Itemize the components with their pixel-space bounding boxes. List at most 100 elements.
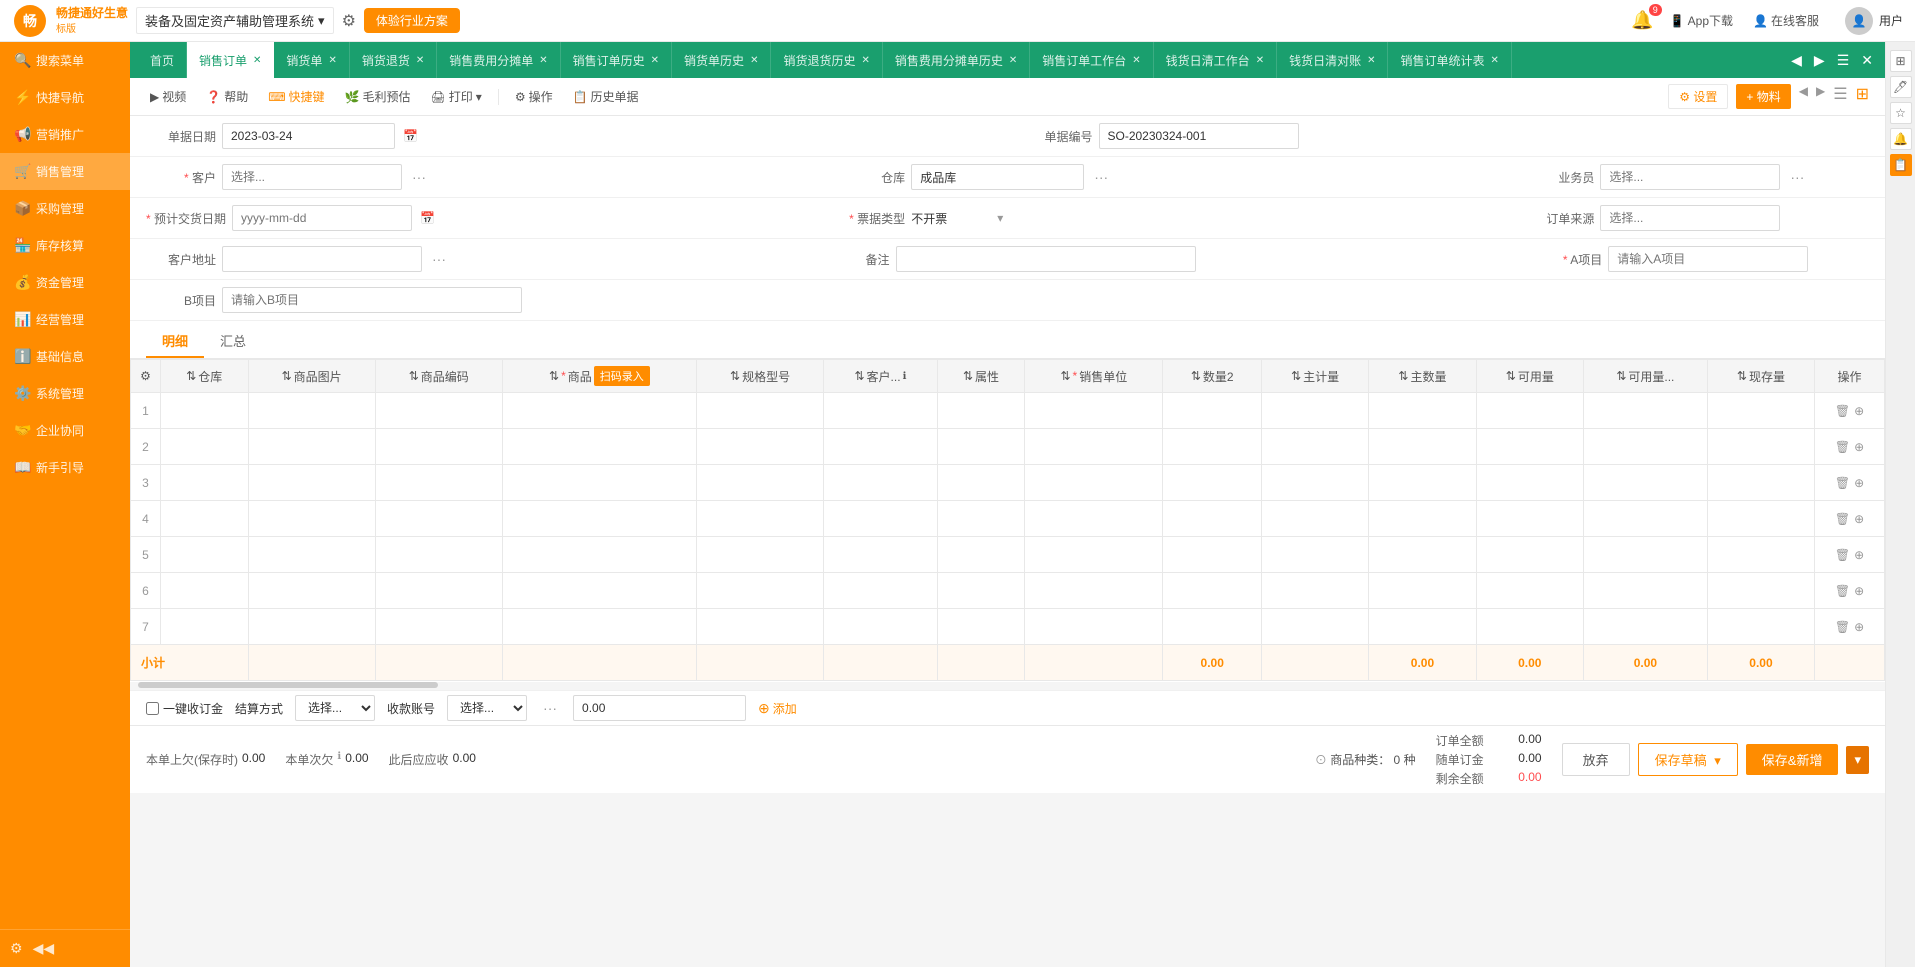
sidebar-item-system[interactable]: ⚙️ 系统管理 xyxy=(0,375,130,412)
bank-select[interactable]: 选择... xyxy=(447,695,527,721)
shortcut-btn[interactable]: ⌨ 快捷键 xyxy=(264,88,328,105)
user-menu[interactable]: 👤 用户 xyxy=(1845,7,1903,35)
quick-payment-checkbox[interactable]: 一键收订金 xyxy=(146,700,223,717)
customer-more-icon[interactable]: ··· xyxy=(408,169,430,185)
sidebar-item-purchase[interactable]: 📦 采购管理 xyxy=(0,190,130,227)
tab-sales-return[interactable]: 销货退货 ✕ xyxy=(350,42,437,78)
row-copy-7[interactable]: ⊕ xyxy=(1854,620,1864,634)
quick-payment-check[interactable] xyxy=(146,702,159,715)
online-service-btn[interactable]: 👤 在线客服 xyxy=(1749,12,1823,29)
date-input[interactable] xyxy=(222,123,395,149)
tab-daily-workbench-close[interactable]: ✕ xyxy=(1256,55,1264,66)
gear-bottom-icon[interactable]: ⚙ xyxy=(10,940,23,957)
address-input[interactable] xyxy=(222,246,422,272)
col-available2[interactable]: ⇅可用量... xyxy=(1583,360,1707,393)
app-download-btn[interactable]: 📱 App下载 xyxy=(1666,12,1737,29)
calendar-icon[interactable]: 📅 xyxy=(403,129,418,143)
tab-sales-stats[interactable]: 销售订单统计表 ✕ xyxy=(1388,42,1511,78)
sidebar-item-search[interactable]: 🔍 搜索菜单 xyxy=(0,42,130,79)
col-main-unit[interactable]: ⇅主计量 xyxy=(1261,360,1368,393)
profit-btn[interactable]: 🌿 毛利预估 xyxy=(341,88,415,105)
warehouse-input[interactable] xyxy=(911,164,1084,190)
list-view-btn[interactable]: ☰ xyxy=(1833,84,1847,109)
sidebar-item-guide[interactable]: 📖 新手引导 xyxy=(0,449,130,486)
col-stock[interactable]: ⇅现存量 xyxy=(1707,360,1814,393)
sidebar-item-inventory[interactable]: 🏪 库存核算 xyxy=(0,227,130,264)
tab-sales-stats-close[interactable]: ✕ xyxy=(1491,55,1499,66)
col-code[interactable]: ⇅商品编码 xyxy=(375,360,502,393)
amount-input[interactable] xyxy=(573,695,746,721)
tab-sales-order[interactable]: 销售订单 ✕ xyxy=(187,42,274,78)
add-material-btn[interactable]: + 物料 xyxy=(1736,84,1790,109)
sidebar-item-sales[interactable]: 🛒 销售管理 xyxy=(0,153,130,190)
delivery-calendar-icon[interactable]: 📅 xyxy=(420,211,435,225)
view-video-btn[interactable]: ▶ 视频 xyxy=(146,88,190,105)
notification-area[interactable]: 🔔 9 xyxy=(1631,10,1653,31)
tab-close-all-btn[interactable]: ✕ xyxy=(1857,52,1877,69)
tab-daily-workbench[interactable]: 钱货日清工作台 ✕ xyxy=(1154,42,1277,78)
col-image[interactable]: ⇅商品图片 xyxy=(248,360,375,393)
customer-input[interactable] xyxy=(222,164,402,190)
form-view-btn[interactable]: ⊞ xyxy=(1856,84,1869,109)
order-no-input[interactable] xyxy=(1099,123,1299,149)
next-record-btn[interactable]: ▶ xyxy=(1816,84,1825,109)
settings-icon[interactable]: ⚙ xyxy=(342,11,356,31)
col-customer-code[interactable]: ⇅客户...ℹ xyxy=(824,360,938,393)
tab-expense-history-close[interactable]: ✕ xyxy=(1009,55,1017,66)
order-source-input[interactable] xyxy=(1600,205,1780,231)
row-delete-6[interactable]: 🗑 xyxy=(1835,584,1850,598)
tab-home[interactable]: 首页 xyxy=(138,42,187,78)
b-project-input[interactable] xyxy=(222,287,522,313)
row-copy-6[interactable]: ⊕ xyxy=(1854,584,1864,598)
help-btn[interactable]: ❓ 帮助 xyxy=(202,88,252,105)
row-copy-4[interactable]: ⊕ xyxy=(1854,512,1864,526)
tab-return-history[interactable]: 销货退货历史 ✕ xyxy=(771,42,882,78)
history-btn[interactable]: 📋 历史单据 xyxy=(569,88,643,105)
row-delete-4[interactable]: 🗑 xyxy=(1835,512,1850,526)
bank-more-icon[interactable]: ··· xyxy=(539,700,561,716)
tab-detail[interactable]: 明细 xyxy=(146,325,204,358)
right-tool-grid[interactable]: ⊞ xyxy=(1890,50,1912,72)
col-settings[interactable]: ⚙ xyxy=(131,360,161,393)
payment-method-select[interactable]: 选择... xyxy=(295,695,375,721)
tab-sales-expense-close[interactable]: ✕ xyxy=(539,55,547,66)
tab-menu-btn[interactable]: ☰ xyxy=(1833,52,1854,69)
tab-slip-history[interactable]: 销货单历史 ✕ xyxy=(672,42,771,78)
tab-sales-slip-close[interactable]: ✕ xyxy=(328,55,336,66)
tab-expense-history[interactable]: 销售费用分摊单历史 ✕ xyxy=(883,42,1030,78)
tab-order-history[interactable]: 销售订单历史 ✕ xyxy=(561,42,672,78)
print-btn[interactable]: 🖨 打印 ▾ xyxy=(427,88,486,105)
sidebar-item-cooperation[interactable]: 🤝 企业协同 xyxy=(0,412,130,449)
prev-record-btn[interactable]: ◀ xyxy=(1799,84,1808,109)
right-tool-orange[interactable]: 📋 xyxy=(1890,154,1912,176)
row-delete-3[interactable]: 🗑 xyxy=(1835,476,1850,490)
row-delete-1[interactable]: 🗑 xyxy=(1835,404,1850,418)
operation-btn[interactable]: ⚙ 操作 xyxy=(511,88,557,105)
warehouse-more-icon[interactable]: ··· xyxy=(1090,169,1112,185)
col-product[interactable]: ⇅*商品 扫码录入 xyxy=(502,360,696,393)
tab-slip-history-close[interactable]: ✕ xyxy=(750,55,758,66)
right-tool-star[interactable]: ☆ xyxy=(1890,102,1912,124)
save-new-btn[interactable]: 保存&新增 xyxy=(1746,744,1839,775)
tab-sales-expense[interactable]: 销售费用分摊单 ✕ xyxy=(437,42,560,78)
sidebar-item-basicinfo[interactable]: ℹ️ 基础信息 xyxy=(0,338,130,375)
system-name-selector[interactable]: 装备及固定资产辅助管理系统 ▾ xyxy=(136,7,334,34)
sidebar-item-marketing[interactable]: 📢 营销推广 xyxy=(0,116,130,153)
right-tool-edit[interactable]: 🖊 xyxy=(1890,76,1912,98)
tab-sales-order-close[interactable]: ✕ xyxy=(253,55,261,66)
note-input[interactable] xyxy=(896,246,1196,272)
col-spec[interactable]: ⇅规格型号 xyxy=(697,360,824,393)
row-delete-5[interactable]: 🗑 xyxy=(1835,548,1850,562)
add-row-btn[interactable]: ⊕ 添加 xyxy=(758,700,797,717)
tab-return-history-close[interactable]: ✕ xyxy=(861,55,869,66)
row-delete-2[interactable]: 🗑 xyxy=(1835,440,1850,454)
sidebar-item-finance[interactable]: 💰 资金管理 xyxy=(0,264,130,301)
col-main-qty[interactable]: ⇅主数量 xyxy=(1369,360,1476,393)
col-qty2[interactable]: ⇅数量2 xyxy=(1163,360,1262,393)
save-draft-btn[interactable]: 保存草稿 ▾ xyxy=(1638,743,1738,776)
col-attribute[interactable]: ⇅属性 xyxy=(937,360,1025,393)
tab-next-btn[interactable]: ▶ xyxy=(1810,52,1829,69)
tab-prev-btn[interactable]: ◀ xyxy=(1787,52,1806,69)
tab-order-history-close[interactable]: ✕ xyxy=(651,55,659,66)
save-new-expand-btn[interactable]: ▾ xyxy=(1846,746,1869,774)
